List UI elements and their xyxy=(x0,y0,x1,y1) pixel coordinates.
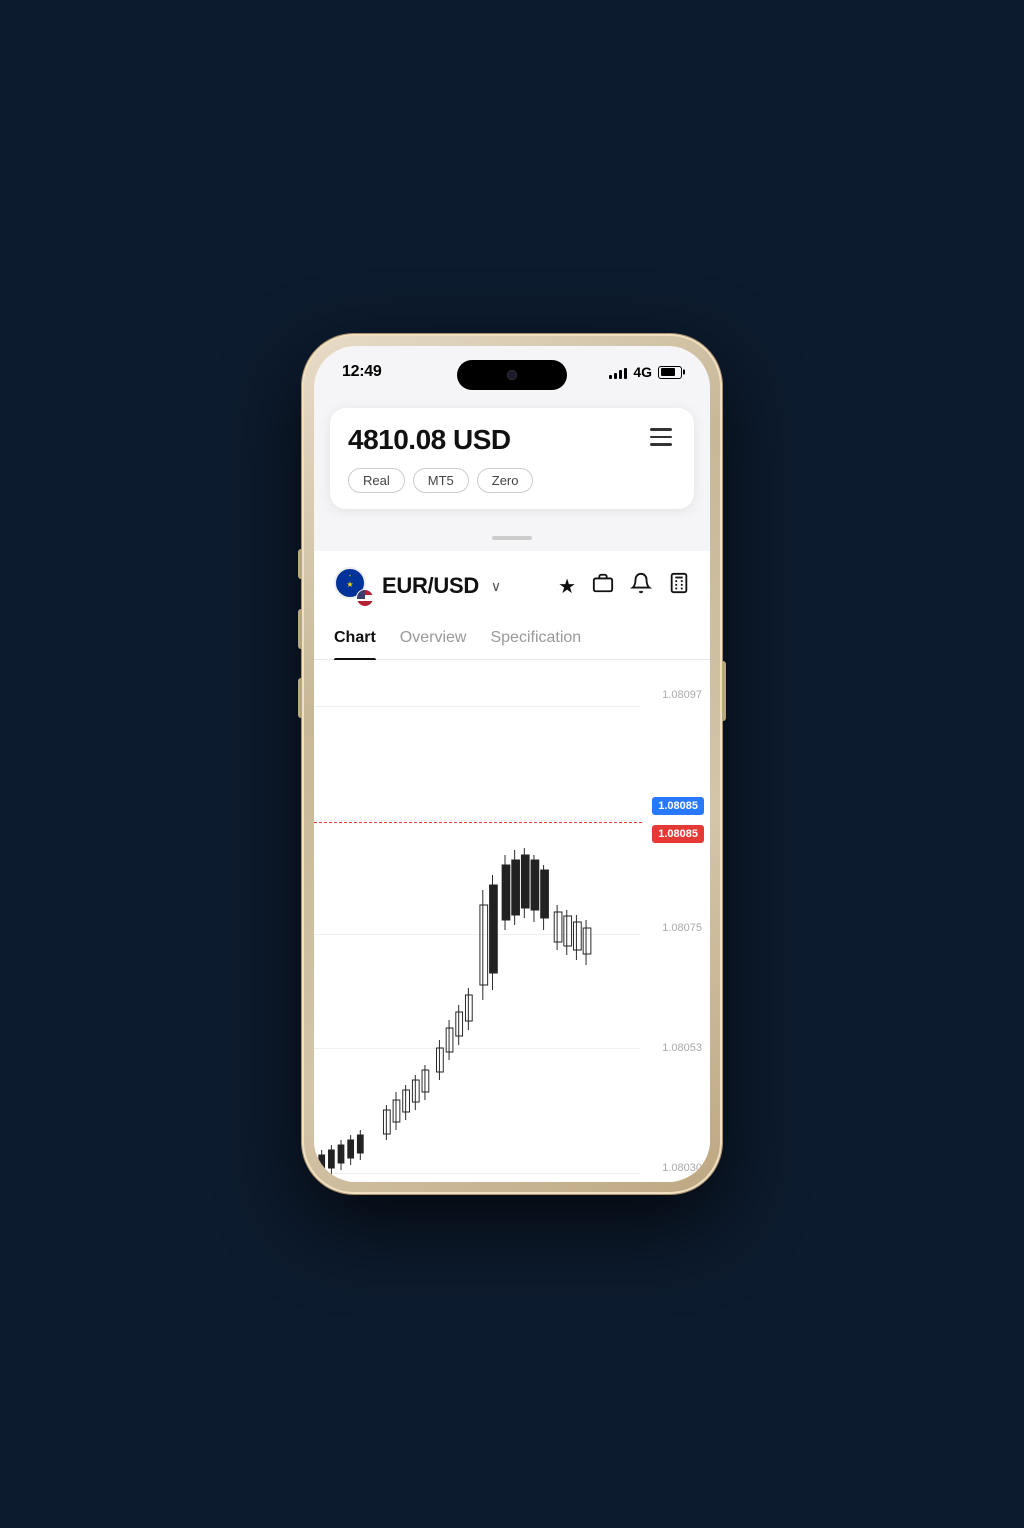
briefcase-icon[interactable] xyxy=(592,572,614,600)
tag-real[interactable]: Real xyxy=(348,468,405,493)
symbol-left: ★ EUR/USD ∨ xyxy=(334,567,501,605)
status-4g: 4G xyxy=(633,364,652,380)
tabs: Chart Overview Specification xyxy=(314,617,710,660)
tab-chart[interactable]: Chart xyxy=(334,617,400,659)
hamburger-line-3 xyxy=(650,443,672,446)
hamburger-button[interactable] xyxy=(646,424,676,450)
price-label-4: 1.08053 xyxy=(662,1042,702,1054)
svg-text:★: ★ xyxy=(346,580,353,589)
symbol-header: ★ EUR/USD ∨ xyxy=(314,551,710,613)
symbol-actions: ★ xyxy=(558,572,690,600)
currency-flag: ★ xyxy=(334,567,372,605)
drag-handle xyxy=(492,536,532,540)
account-header: 4810.08 USD xyxy=(348,424,676,456)
silent-switch[interactable] xyxy=(298,549,302,579)
tab-specification[interactable]: Specification xyxy=(490,617,605,659)
chart-area: 1.08097 1.08085 1.08085 1.08075 1.08053 … xyxy=(314,660,710,1182)
volume-up-button[interactable] xyxy=(298,609,302,649)
price-labels: 1.08097 1.08085 1.08085 1.08075 1.08053 … xyxy=(642,660,706,1182)
price-label-1: 1.08097 xyxy=(662,689,702,701)
price-label-5: 1.08030 xyxy=(662,1162,702,1174)
symbol-name[interactable]: EUR/USD xyxy=(382,573,479,599)
account-card: 4810.08 USD Real MT5 Zero xyxy=(330,408,694,509)
dynamic-island xyxy=(457,360,567,390)
status-time: 12:49 xyxy=(342,363,381,381)
favorite-icon[interactable]: ★ xyxy=(558,574,576,599)
phone-wrapper: 12:49 4G 4810.08 USD xyxy=(302,334,722,1194)
status-right: 4G xyxy=(609,364,682,380)
bell-icon[interactable] xyxy=(630,572,652,600)
hamburger-line-2 xyxy=(650,436,672,439)
price-badge-blue: 1.08085 xyxy=(652,797,704,815)
side-button[interactable] xyxy=(722,661,726,721)
battery-fill xyxy=(661,368,675,376)
phone-screen: 12:49 4G 4810.08 USD xyxy=(314,346,710,1182)
battery-icon xyxy=(658,366,682,379)
tab-overview[interactable]: Overview xyxy=(400,617,491,659)
signal-bar-3 xyxy=(619,370,622,379)
price-badge-red: 1.08085 xyxy=(652,825,704,843)
calculator-icon[interactable] xyxy=(668,572,690,600)
hamburger-line-1 xyxy=(650,428,672,431)
camera-dot xyxy=(507,370,517,380)
signal-bars xyxy=(609,365,627,379)
phone-frame: 12:49 4G 4810.08 USD xyxy=(302,334,722,1194)
candlestick-chart xyxy=(314,660,642,1182)
us-flag xyxy=(356,589,374,607)
signal-bar-4 xyxy=(624,368,627,379)
signal-bar-2 xyxy=(614,373,617,379)
price-label-3: 1.08075 xyxy=(662,922,702,934)
volume-down-button[interactable] xyxy=(298,678,302,718)
tag-zero[interactable]: Zero xyxy=(477,468,534,493)
chevron-down-icon[interactable]: ∨ xyxy=(491,578,501,595)
tag-mt5[interactable]: MT5 xyxy=(413,468,469,493)
account-balance: 4810.08 USD xyxy=(348,424,511,456)
main-content: ★ EUR/USD ∨ xyxy=(314,551,710,1182)
account-tags: Real MT5 Zero xyxy=(348,468,676,493)
signal-bar-1 xyxy=(609,375,612,379)
